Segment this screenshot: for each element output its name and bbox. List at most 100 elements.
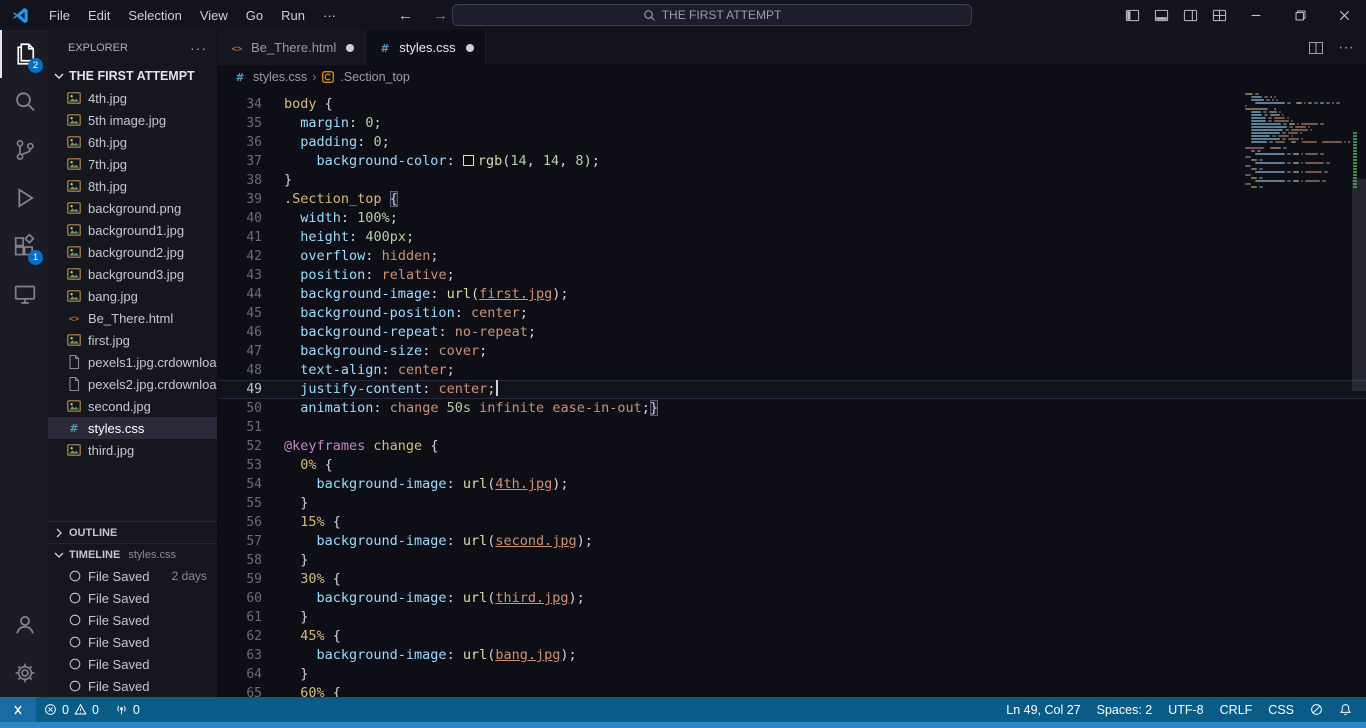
language-mode[interactable]: CSS [1260,697,1302,722]
code-line[interactable]: 42 overflow: hidden; [218,247,1366,266]
code-line[interactable]: 51 [218,418,1366,437]
activity-settings[interactable] [0,649,48,697]
code-line[interactable]: 44 background-image: url(first.jpg); [218,285,1366,304]
file-row[interactable]: background1.jpg [48,219,217,241]
code-line[interactable]: 49 justify-content: center; [218,380,1366,399]
outline-section-header[interactable]: OUTLINE [48,521,217,543]
command-center-search[interactable]: THE FIRST ATTEMPT [452,4,972,26]
close-button[interactable] [1322,0,1366,30]
editor-scrollbar[interactable] [1352,89,1366,697]
scrollbar-thumb[interactable] [1352,179,1366,391]
code-line[interactable]: 52@keyframes change { [218,437,1366,456]
file-row[interactable]: third.jpg [48,439,217,461]
activity-run-debug[interactable] [0,174,48,222]
timeline-item[interactable]: File Saved [48,653,217,675]
code-line[interactable]: 56 15% { [218,513,1366,532]
file-row[interactable]: background2.jpg [48,241,217,263]
file-row[interactable]: background.png [48,197,217,219]
minimize-button[interactable] [1234,0,1278,30]
forward-button[interactable]: → [433,8,448,23]
editor-actions-icon[interactable]: ··· [1338,40,1354,56]
file-row[interactable]: 5th image.jpg [48,109,217,131]
code-line[interactable]: 55 } [218,494,1366,513]
layout-grid-button[interactable] [1205,0,1234,30]
file-row[interactable]: <>Be_There.html [48,307,217,329]
timeline-item[interactable]: File Saved [48,587,217,609]
code-line[interactable]: 60 background-image: url(third.jpg); [218,589,1366,608]
encoding[interactable]: UTF-8 [1160,697,1211,722]
timeline-item[interactable]: File Saved [48,675,217,697]
code-line[interactable]: 47 background-size: cover; [218,342,1366,361]
indentation[interactable]: Spaces: 2 [1089,697,1161,722]
code-line[interactable]: 39.Section_top { [218,190,1366,209]
editor[interactable]: 34body {35 margin: 0;36 padding: 0;37 ba… [218,89,1366,697]
timeline-item[interactable]: File Saved [48,609,217,631]
activity-account[interactable] [0,601,48,649]
menu-item[interactable]: View [191,0,237,30]
code-line[interactable]: 62 45% { [218,627,1366,646]
code-line[interactable]: 34body { [218,95,1366,114]
code-line[interactable]: 38} [218,171,1366,190]
do-not-disturb[interactable] [1302,697,1331,722]
file-row[interactable]: background3.jpg [48,263,217,285]
code-line[interactable]: 63 background-image: url(bang.jpg); [218,646,1366,665]
breadcrumb-file[interactable]: styles.css [253,70,307,84]
tab-Be_There.html[interactable]: <>Be_There.html [218,30,366,65]
file-row[interactable]: first.jpg [48,329,217,351]
split-editor-button[interactable] [1308,40,1324,56]
code-line[interactable]: 36 padding: 0; [218,133,1366,152]
file-row[interactable]: #styles.css [48,417,217,439]
timeline-item[interactable]: File Saved2 days [48,565,217,587]
activity-explorer[interactable]: 2 [0,30,48,78]
folder-root[interactable]: THE FIRST ATTEMPT [48,65,217,87]
code-line[interactable]: 65 60% { [218,684,1366,697]
activity-remote-explorer[interactable] [0,270,48,318]
explorer-actions-icon[interactable]: ··· [190,41,207,55]
file-row[interactable]: second.jpg [48,395,217,417]
activity-search[interactable] [0,78,48,126]
file-row[interactable]: pexels1.jpg.crdownload [48,351,217,373]
notifications-bell[interactable] [1331,697,1360,722]
file-row[interactable]: bang.jpg [48,285,217,307]
timeline-section-header[interactable]: TIMELINE styles.css [48,543,217,565]
code-line[interactable]: 64 } [218,665,1366,684]
code-line[interactable]: 58 } [218,551,1366,570]
back-button[interactable]: ← [398,8,413,23]
layout-sidebar-left-button[interactable] [1118,0,1147,30]
code-line[interactable]: 40 width: 100%; [218,209,1366,228]
restore-button[interactable] [1278,0,1322,30]
minimap[interactable] [1242,93,1350,189]
menu-item[interactable]: Selection [119,0,190,30]
menu-item[interactable]: Run [272,0,314,30]
eol-selector[interactable]: CRLF [1212,697,1261,722]
code-line[interactable]: 41 height: 400px; [218,228,1366,247]
activity-extensions[interactable]: 1 [0,222,48,270]
menu-item[interactable]: File [40,0,79,30]
file-row[interactable]: 8th.jpg [48,175,217,197]
tab-styles.css[interactable]: #styles.css [366,30,485,65]
remote-indicator[interactable] [0,697,36,722]
menu-item[interactable]: Edit [79,0,119,30]
code-line[interactable]: 35 margin: 0; [218,114,1366,133]
code-line[interactable]: 59 30% { [218,570,1366,589]
code-line[interactable]: 37 background-color: rgb(14, 14, 8); [218,152,1366,171]
file-row[interactable]: 4th.jpg [48,87,217,109]
menu-item[interactable]: Go [237,0,272,30]
timeline-item[interactable]: File Saved [48,631,217,653]
file-row[interactable]: 7th.jpg [48,153,217,175]
breadcrumb-symbol[interactable]: .Section_top [340,70,410,84]
activity-source-control[interactable] [0,126,48,174]
code-line[interactable]: 48 text-align: center; [218,361,1366,380]
menu-item[interactable]: ··· [314,0,345,30]
layout-sidebar-right-button[interactable] [1176,0,1205,30]
ports-indicator[interactable]: 0 [107,697,148,722]
code-line[interactable]: 43 position: relative; [218,266,1366,285]
code-line[interactable]: 46 background-repeat: no-repeat; [218,323,1366,342]
problems-indicator[interactable]: 0 0 [36,697,107,722]
code-line[interactable]: 45 background-position: center; [218,304,1366,323]
code-line[interactable]: 54 background-image: url(4th.jpg); [218,475,1366,494]
layout-panel-button[interactable] [1147,0,1176,30]
code-line[interactable]: 61 } [218,608,1366,627]
file-row[interactable]: 6th.jpg [48,131,217,153]
code-line[interactable]: 53 0% { [218,456,1366,475]
